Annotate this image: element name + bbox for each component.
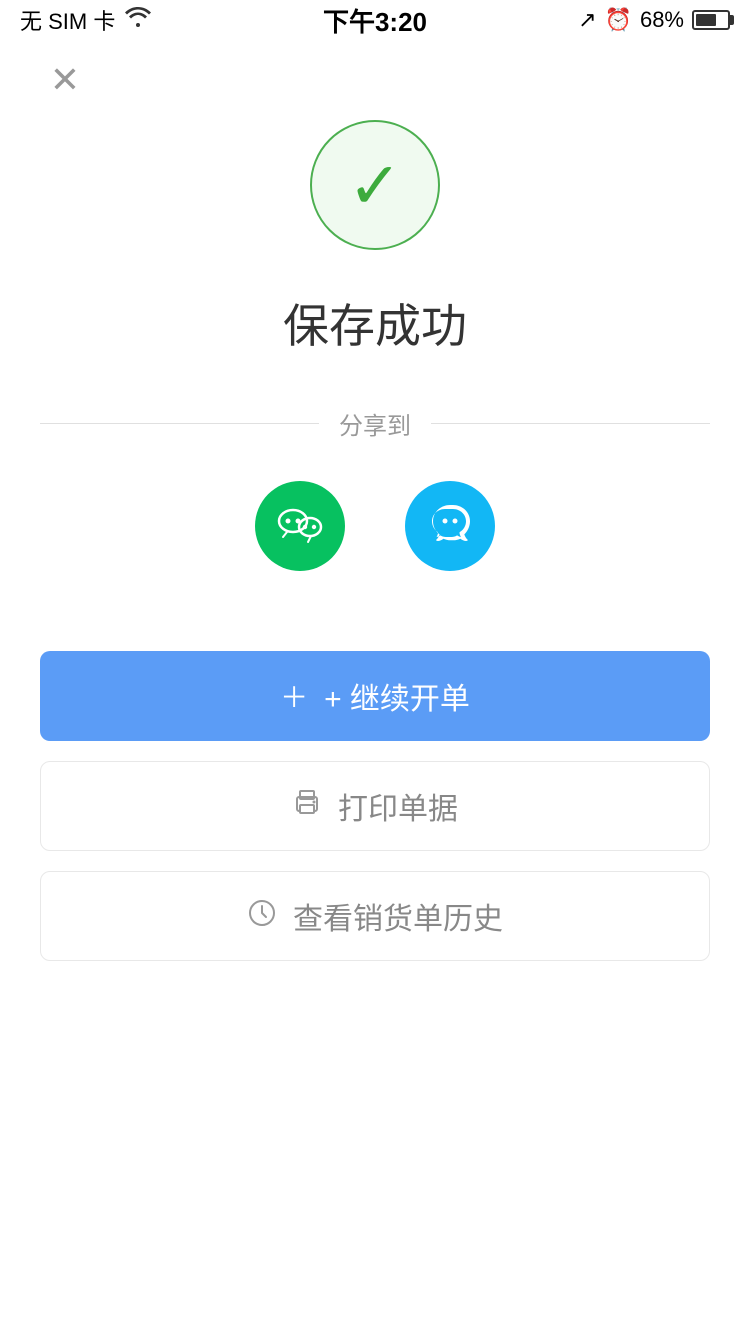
print-label: 打印单据 xyxy=(338,784,458,828)
status-bar: 无 SIM 卡 下午3:20 ↗ ⏰ 68% xyxy=(0,0,750,40)
qq-share-button[interactable] xyxy=(405,481,495,571)
qq-icon xyxy=(425,501,475,551)
divider-left xyxy=(40,423,319,424)
status-left: 无 SIM 卡 xyxy=(20,4,151,36)
continue-label: + 继续开单 xyxy=(324,674,470,718)
wifi-icon xyxy=(125,7,151,33)
checkmark-icon: ✓ xyxy=(348,153,402,218)
share-section: 分享到 xyxy=(0,406,750,591)
actions-section: ＋ + 继续开单 打印单据 查看销货单历 xyxy=(0,631,750,961)
close-button[interactable]: ✕ xyxy=(40,55,90,105)
history-label: 查看销货单历史 xyxy=(293,894,503,938)
close-icon: ✕ xyxy=(50,59,80,101)
no-sim-text: 无 SIM 卡 xyxy=(20,4,115,36)
divider-right xyxy=(431,423,710,424)
success-title: 保存成功 xyxy=(283,290,467,356)
status-time: 下午3:20 xyxy=(323,2,427,39)
status-right: ↗ ⏰ 68% xyxy=(578,7,730,33)
wechat-icon xyxy=(273,499,327,553)
share-icons xyxy=(40,481,710,571)
continue-button[interactable]: ＋ + 继续开单 xyxy=(40,651,710,741)
print-icon xyxy=(292,789,322,824)
battery-percent: 68% xyxy=(640,7,684,33)
location-icon: ↗ xyxy=(578,7,596,33)
history-button[interactable]: 查看销货单历史 xyxy=(40,871,710,961)
plus-icon: ＋ xyxy=(280,676,308,716)
share-divider: 分享到 xyxy=(40,406,710,441)
success-circle: ✓ xyxy=(310,120,440,250)
history-icon xyxy=(247,898,277,935)
main-content: ✓ 保存成功 分享到 xyxy=(0,40,750,961)
alarm-icon: ⏰ xyxy=(605,7,632,33)
share-label: 分享到 xyxy=(339,406,411,441)
print-button[interactable]: 打印单据 xyxy=(40,761,710,851)
battery-icon xyxy=(692,10,730,30)
wechat-share-button[interactable] xyxy=(255,481,345,571)
